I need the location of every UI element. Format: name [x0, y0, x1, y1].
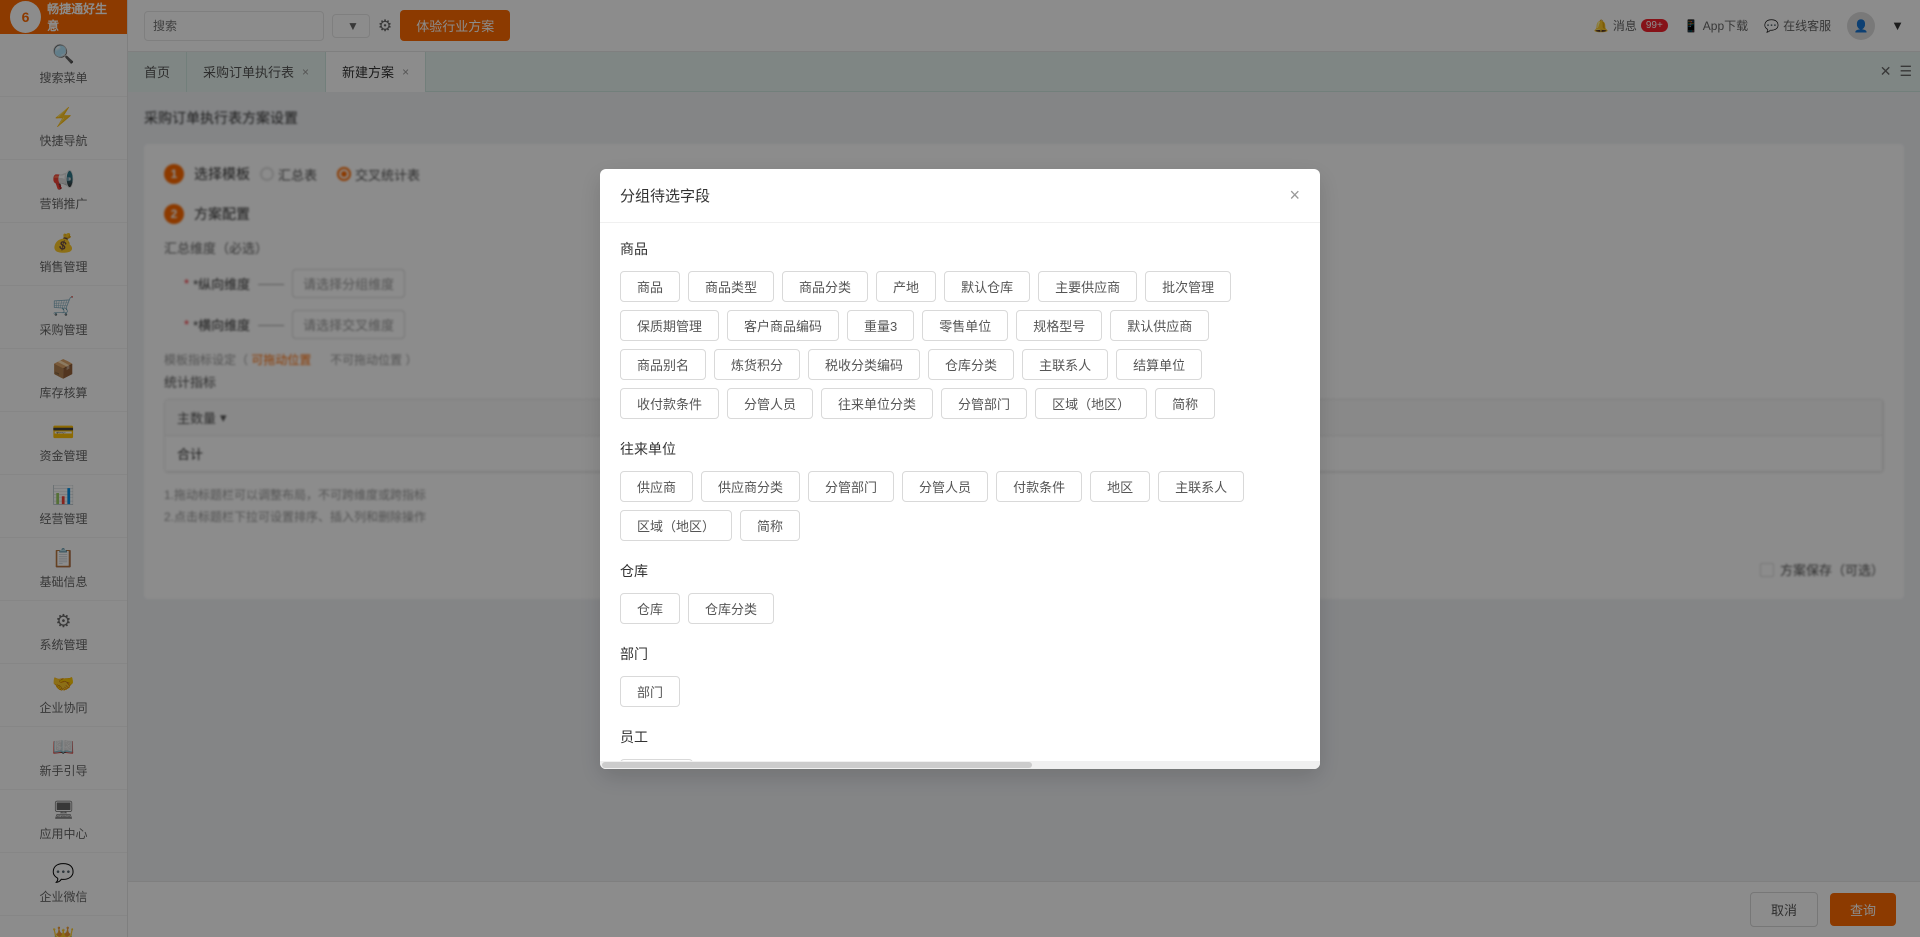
field-tag-0-18[interactable]: 结算单位: [1116, 349, 1202, 380]
field-tag-0-8[interactable]: 客户商品编码: [727, 310, 839, 341]
field-tag-0-2[interactable]: 商品分类: [782, 271, 868, 302]
field-tag-0-21[interactable]: 往来单位分类: [821, 388, 933, 419]
field-tag-0-7[interactable]: 保质期管理: [620, 310, 719, 341]
modal: 分组待选字段 × 商品商品商品类型商品分类产地默认仓库主要供应商批次管理保质期管…: [600, 169, 1320, 769]
modal-overlay: 分组待选字段 × 商品商品商品类型商品分类产地默认仓库主要供应商批次管理保质期管…: [0, 0, 1920, 937]
field-group-2: 仓库仓库仓库分类: [620, 561, 1300, 624]
field-group-4: 员工业务员: [620, 727, 1300, 761]
field-tag-0-0[interactable]: 商品: [620, 271, 680, 302]
field-tag-0-17[interactable]: 主联系人: [1022, 349, 1108, 380]
field-tags-3: 部门: [620, 676, 1300, 707]
field-tag-0-23[interactable]: 区域（地区）: [1035, 388, 1147, 419]
field-tag-2-0[interactable]: 仓库: [620, 593, 680, 624]
field-tag-0-20[interactable]: 分管人员: [727, 388, 813, 419]
field-tag-1-8[interactable]: 简称: [740, 510, 800, 541]
field-tag-0-11[interactable]: 规格型号: [1016, 310, 1102, 341]
field-tag-3-0[interactable]: 部门: [620, 676, 680, 707]
field-tag-0-24[interactable]: 简称: [1155, 388, 1215, 419]
field-group-title-4: 员工: [620, 727, 1300, 747]
field-group-title-1: 往来单位: [620, 439, 1300, 459]
field-tags-1: 供应商供应商分类分管部门分管人员付款条件地区主联系人区域（地区） 简称: [620, 471, 1300, 541]
field-tag-0-10[interactable]: 零售单位: [922, 310, 1008, 341]
field-tag-1-2[interactable]: 分管部门: [808, 471, 894, 502]
field-tag-0-5[interactable]: 主要供应商: [1038, 271, 1137, 302]
field-tag-1-7[interactable]: 区域（地区）: [620, 510, 732, 541]
field-tag-0-22[interactable]: 分管部门: [941, 388, 1027, 419]
modal-close-button[interactable]: ×: [1289, 185, 1300, 206]
field-tag-0-15[interactable]: 税收分类编码: [808, 349, 920, 380]
modal-horizontal-scrollbar[interactable]: [600, 761, 1320, 769]
field-group-0: 商品商品商品类型商品分类产地默认仓库主要供应商批次管理保质期管理客户商品编码重量…: [620, 239, 1300, 419]
field-tags-2: 仓库仓库分类: [620, 593, 1300, 624]
modal-hscroll-thumb: [602, 762, 1032, 768]
field-tag-0-1[interactable]: 商品类型: [688, 271, 774, 302]
field-tag-1-5[interactable]: 地区: [1090, 471, 1150, 502]
field-tag-1-3[interactable]: 分管人员: [902, 471, 988, 502]
modal-body: 商品商品商品类型商品分类产地默认仓库主要供应商批次管理保质期管理客户商品编码重量…: [600, 223, 1320, 761]
field-tags-0: 商品商品类型商品分类产地默认仓库主要供应商批次管理保质期管理客户商品编码重量3 零…: [620, 271, 1300, 419]
field-tag-0-12[interactable]: 默认供应商: [1110, 310, 1209, 341]
field-tag-2-1[interactable]: 仓库分类: [688, 593, 774, 624]
field-tag-0-9[interactable]: 重量3: [847, 310, 914, 341]
field-tag-1-1[interactable]: 供应商分类: [701, 471, 800, 502]
field-group-3: 部门部门: [620, 644, 1300, 707]
field-tag-0-3[interactable]: 产地: [876, 271, 936, 302]
field-tag-0-13[interactable]: 商品别名: [620, 349, 706, 380]
field-tag-0-19[interactable]: 收付款条件: [620, 388, 719, 419]
field-tag-0-14[interactable]: 炼货积分: [714, 349, 800, 380]
field-group-title-2: 仓库: [620, 561, 1300, 581]
field-group-1: 往来单位供应商供应商分类分管部门分管人员付款条件地区主联系人区域（地区） 简称: [620, 439, 1300, 541]
field-group-title-0: 商品: [620, 239, 1300, 259]
field-tag-0-16[interactable]: 仓库分类: [928, 349, 1014, 380]
modal-header: 分组待选字段 ×: [600, 169, 1320, 223]
modal-title: 分组待选字段: [620, 185, 710, 206]
field-tag-0-6[interactable]: 批次管理: [1145, 271, 1231, 302]
field-tag-1-0[interactable]: 供应商: [620, 471, 693, 502]
field-group-title-3: 部门: [620, 644, 1300, 664]
field-tag-1-4[interactable]: 付款条件: [996, 471, 1082, 502]
field-tag-0-4[interactable]: 默认仓库: [944, 271, 1030, 302]
field-tag-1-6[interactable]: 主联系人: [1158, 471, 1244, 502]
